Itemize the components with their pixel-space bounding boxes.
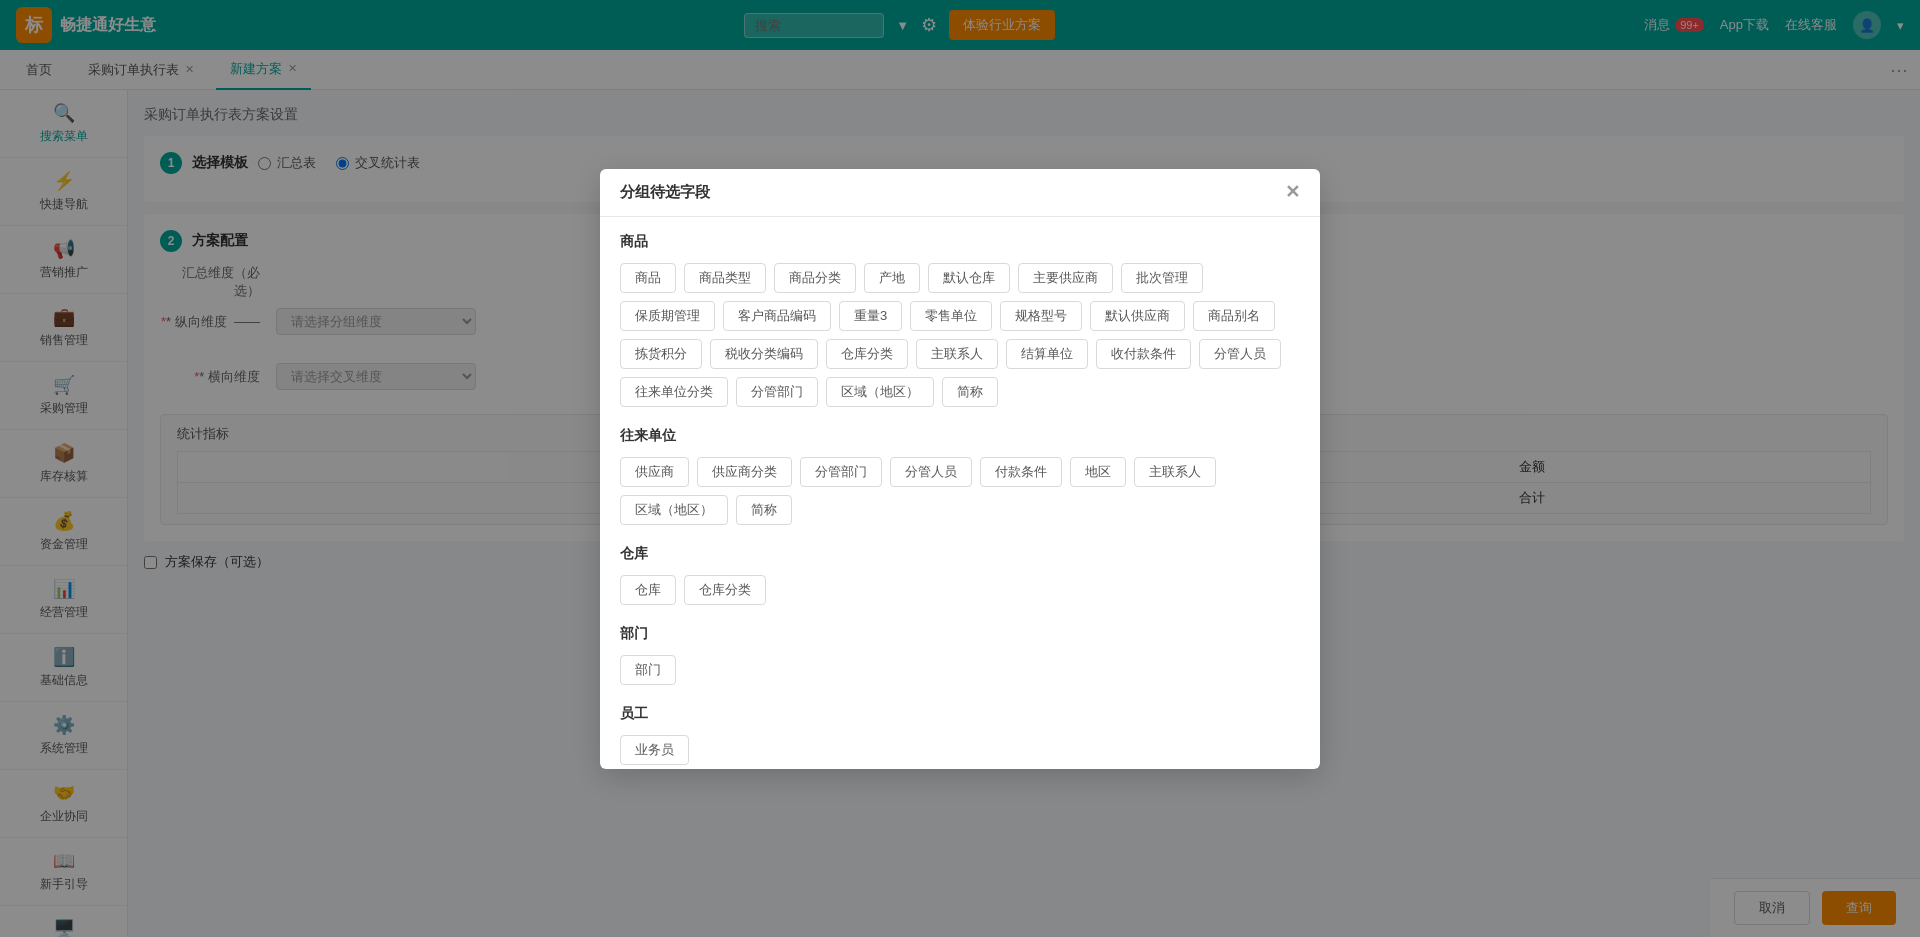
field-tag[interactable]: 收付款条件 [1096,339,1191,369]
field-group-product: 商品 商品商品类型商品分类产地默认仓库主要供应商批次管理保质期管理客户商品编码重… [620,233,1300,407]
field-tag[interactable]: 商品分类 [774,263,856,293]
field-tag[interactable]: 仓库 [620,575,676,605]
product-field-tags: 商品商品类型商品分类产地默认仓库主要供应商批次管理保质期管理客户商品编码重量3 零… [620,263,1300,407]
field-tag[interactable]: 供应商分类 [697,457,792,487]
modal-title: 分组待选字段 [620,183,710,202]
field-tag[interactable]: 默认仓库 [928,263,1010,293]
field-tag[interactable]: 分管部门 [800,457,882,487]
department-field-tags: 部门 [620,655,1300,685]
field-group-product-title: 商品 [620,233,1300,251]
field-group-warehouse: 仓库 仓库仓库分类 [620,545,1300,605]
modal-body: 商品 商品商品类型商品分类产地默认仓库主要供应商批次管理保质期管理客户商品编码重… [600,217,1320,769]
field-tag[interactable]: 默认供应商 [1090,301,1185,331]
field-group-counterpart-title: 往来单位 [620,427,1300,445]
field-tag[interactable]: 业务员 [620,735,689,765]
field-tag[interactable]: 零售单位 [910,301,992,331]
field-tag[interactable]: 往来单位分类 [620,377,728,407]
field-tag[interactable]: 保质期管理 [620,301,715,331]
field-tag[interactable]: 地区 [1070,457,1126,487]
field-tag[interactable]: 税收分类编码 [710,339,818,369]
modal-overlay[interactable]: 分组待选字段 ✕ 商品 商品商品类型商品分类产地默认仓库主要供应商批次管理保质期… [0,0,1920,937]
field-tag[interactable]: 仓库分类 [684,575,766,605]
field-tag[interactable]: 重量3 [839,301,902,331]
field-tag[interactable]: 商品 [620,263,676,293]
modal-close-button[interactable]: ✕ [1285,183,1300,201]
field-tag[interactable]: 主联系人 [916,339,998,369]
field-group-department: 部门 部门 [620,625,1300,685]
field-tag[interactable]: 规格型号 [1000,301,1082,331]
field-tag[interactable]: 区域（地区） [620,495,728,525]
field-select-modal: 分组待选字段 ✕ 商品 商品商品类型商品分类产地默认仓库主要供应商批次管理保质期… [600,169,1320,769]
field-group-warehouse-title: 仓库 [620,545,1300,563]
field-tag[interactable]: 部门 [620,655,676,685]
field-tag[interactable]: 产地 [864,263,920,293]
field-tag[interactable]: 简称 [736,495,792,525]
field-tag[interactable]: 付款条件 [980,457,1062,487]
counterpart-field-tags: 供应商供应商分类分管部门分管人员付款条件地区主联系人区域（地区） 简称 [620,457,1300,525]
field-tag[interactable]: 分管部门 [736,377,818,407]
modal-header: 分组待选字段 ✕ [600,169,1320,217]
field-tag[interactable]: 分管人员 [1199,339,1281,369]
field-group-employee-title: 员工 [620,705,1300,723]
field-tag[interactable]: 商品类型 [684,263,766,293]
field-tag[interactable]: 商品别名 [1193,301,1275,331]
field-tag[interactable]: 结算单位 [1006,339,1088,369]
employee-field-tags: 业务员 [620,735,1300,765]
field-group-department-title: 部门 [620,625,1300,643]
field-tag[interactable]: 简称 [942,377,998,407]
field-tag[interactable]: 主要供应商 [1018,263,1113,293]
field-tag[interactable]: 主联系人 [1134,457,1216,487]
field-tag[interactable]: 批次管理 [1121,263,1203,293]
field-tag[interactable]: 区域（地区） [826,377,934,407]
field-tag[interactable]: 仓库分类 [826,339,908,369]
field-tag[interactable]: 供应商 [620,457,689,487]
warehouse-field-tags: 仓库仓库分类 [620,575,1300,605]
field-group-employee: 员工 业务员 [620,705,1300,765]
field-group-counterpart: 往来单位 供应商供应商分类分管部门分管人员付款条件地区主联系人区域（地区） 简称 [620,427,1300,525]
field-tag[interactable]: 客户商品编码 [723,301,831,331]
field-tag[interactable]: 分管人员 [890,457,972,487]
field-tag[interactable]: 拣货积分 [620,339,702,369]
